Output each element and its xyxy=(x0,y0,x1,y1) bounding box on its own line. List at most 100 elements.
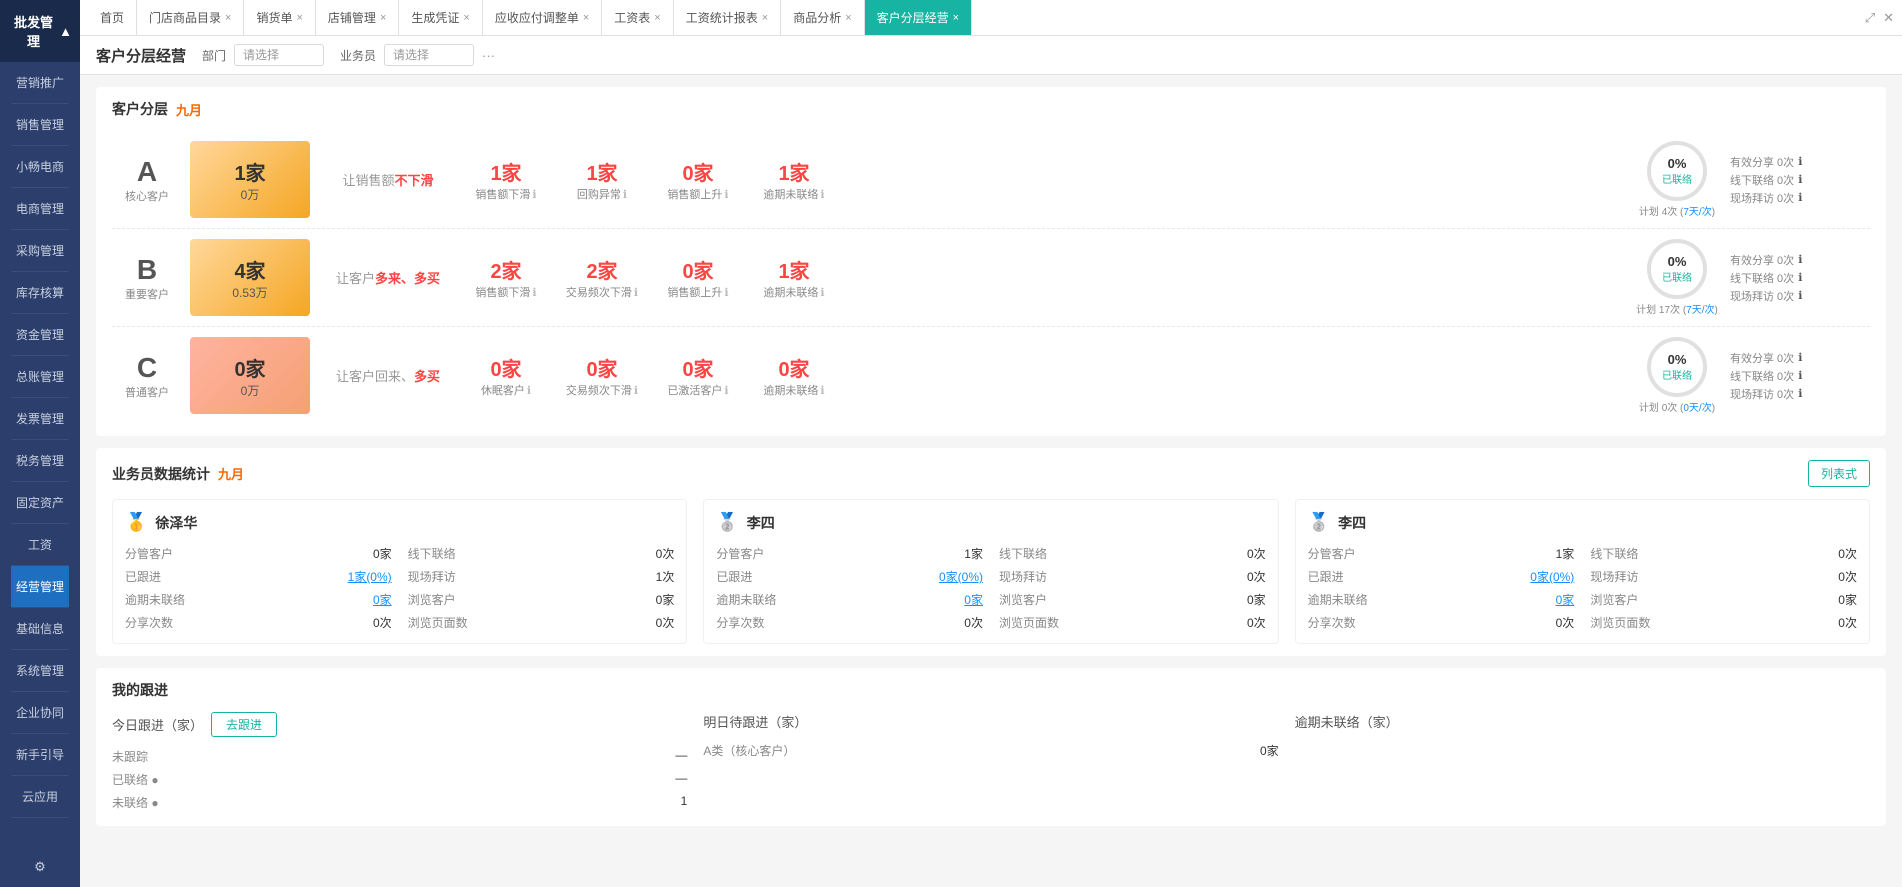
tab-label: 门店商品目录 xyxy=(149,9,221,26)
info-icon[interactable]: ℹ xyxy=(724,188,728,201)
info-icon[interactable]: ℹ xyxy=(820,286,824,299)
tab-close-icon[interactable]: × xyxy=(463,12,469,24)
info-icon[interactable]: ℹ xyxy=(1798,387,1802,400)
list-view-button[interactable]: 列表式 xyxy=(1808,460,1870,487)
tier-right-info-c: 有效分享 0次 ℹ线下联络 0次 ℹ现场拜访 0次 ℹ xyxy=(1730,337,1870,414)
info-icon[interactable]: ℹ xyxy=(634,286,638,299)
staff-stats-grid: 分管客户 1家 线下联络 0次 已跟进 0家(0%) 现场拜访 0次 逾期未联络… xyxy=(1308,545,1857,631)
info-icon[interactable]: ℹ xyxy=(1798,369,1802,382)
info-icon[interactable]: ℹ xyxy=(1798,191,1802,204)
sidebar-item-销售管理[interactable]: 销售管理 xyxy=(11,104,69,146)
tier-total-b[interactable]: 4家 0.53万 xyxy=(190,239,310,316)
tab-商品分析[interactable]: 商品分析× xyxy=(781,0,864,36)
stat-item[interactable]: 0家 交易频次下滑 ℹ xyxy=(562,353,642,398)
stat-item[interactable]: 0家 休眠客户 ℹ xyxy=(466,353,546,398)
tab-close-icon[interactable]: × xyxy=(583,12,589,24)
info-icon[interactable]: ℹ xyxy=(1798,271,1802,284)
tier-total-c[interactable]: 0家 0万 xyxy=(190,337,310,414)
tab-close-icon[interactable]: × xyxy=(225,12,231,24)
staff-stat: 已跟进 0家(0%) xyxy=(1308,568,1575,585)
tab-restore-icon[interactable]: ⤢ xyxy=(1865,10,1875,26)
more-icon[interactable]: ··· xyxy=(482,48,495,63)
sidebar-item-资金管理[interactable]: 资金管理 xyxy=(11,314,69,356)
goto-followup-button[interactable]: 去跟进 xyxy=(211,712,277,737)
info-icon[interactable]: ℹ xyxy=(634,384,638,397)
info-icon[interactable]: ℹ xyxy=(527,384,531,397)
sidebar-item-企业协同[interactable]: 企业协同 xyxy=(11,692,69,734)
stat-item[interactable]: 1家 逾期未联络 ℹ xyxy=(754,157,834,202)
sidebar-collapse-icon[interactable]: ▲ xyxy=(59,24,72,39)
tier-circle-c: 0% 已联络 计划 0次 (0天/次) xyxy=(1632,337,1722,414)
tab-销货单[interactable]: 销货单× xyxy=(244,0,315,36)
tab-close-icon[interactable]: × xyxy=(654,12,660,24)
sidebar-item-营销推广[interactable]: 营销推广 xyxy=(11,62,69,104)
staff-stat: 已跟进 0家(0%) xyxy=(716,568,983,585)
sidebar-item-电商管理[interactable]: 电商管理 xyxy=(11,188,69,230)
tab-close-icon[interactable]: × xyxy=(296,12,302,24)
tab-close-icon[interactable]: × xyxy=(845,12,851,24)
sidebar-item-总账管理[interactable]: 总账管理 xyxy=(11,356,69,398)
info-icon[interactable]: ℹ xyxy=(532,188,536,201)
tab-工资统计报表[interactable]: 工资统计报表× xyxy=(674,0,781,36)
sidebar-item-新手引导[interactable]: 新手引导 xyxy=(11,734,69,776)
dept-select[interactable]: 请选择 xyxy=(234,44,324,66)
staff-stat: 分管客户 1家 xyxy=(716,545,983,562)
tab-应收应付调整单[interactable]: 应收应付调整单× xyxy=(483,0,602,36)
stat-item[interactable]: 0家 销售额上升 ℹ xyxy=(658,157,738,202)
tier-circle-b: 0% 已联络 计划 17次 (7天/次) xyxy=(1632,239,1722,316)
info-icon[interactable]: ℹ xyxy=(724,384,728,397)
staff-select[interactable]: 请选择 xyxy=(384,44,474,66)
sidebar-item-云应用[interactable]: 云应用 xyxy=(11,776,69,818)
tier-slogan-a: 让销售额不下滑 xyxy=(318,141,458,218)
dept-label: 部门 xyxy=(202,47,226,64)
tab-close-icon[interactable]: × xyxy=(953,12,959,24)
sidebar-item-系统管理[interactable]: 系统管理 xyxy=(11,650,69,692)
stat-item[interactable]: 2家 交易频次下滑 ℹ xyxy=(562,255,642,300)
staff-grid: 🥇 徐泽华 分管客户 0家 线下联络 0次 已跟进 1家(0%) 现场拜访 1次… xyxy=(112,499,1870,644)
sidebar-item-固定资产[interactable]: 固定资产 xyxy=(11,482,69,524)
stat-item[interactable]: 2家 销售额下滑 ℹ xyxy=(466,255,546,300)
tier-label-b: B 重要客户 xyxy=(112,239,182,316)
sidebar-item-基础信息[interactable]: 基础信息 xyxy=(11,608,69,650)
stat-item[interactable]: 0家 逾期未联络 ℹ xyxy=(754,353,834,398)
info-icon[interactable]: ℹ xyxy=(1798,155,1802,168)
sidebar-item-发票管理[interactable]: 发票管理 xyxy=(11,398,69,440)
info-icon[interactable]: ℹ xyxy=(820,188,824,201)
tab-工资表[interactable]: 工资表× xyxy=(602,0,673,36)
stat-item[interactable]: 0家 销售额上升 ℹ xyxy=(658,255,738,300)
info-icon[interactable]: ℹ xyxy=(623,188,627,201)
tab-生成凭证[interactable]: 生成凭证× xyxy=(399,0,482,36)
sidebar-item-经营管理[interactable]: 经营管理 xyxy=(11,566,69,608)
info-icon[interactable]: ℹ xyxy=(532,286,536,299)
info-icon[interactable]: ℹ xyxy=(820,384,824,397)
tier-total-a[interactable]: 1家 0万 xyxy=(190,141,310,218)
stat-item[interactable]: 1家 回购异常 ℹ xyxy=(562,157,642,202)
staff-label: 业务员 xyxy=(340,47,376,64)
dept-filter: 部门 请选择 xyxy=(202,44,324,66)
info-icon[interactable]: ℹ xyxy=(1798,351,1802,364)
staff-stat: 线下联络 0次 xyxy=(408,545,675,562)
stat-item[interactable]: 1家 销售额下滑 ℹ xyxy=(466,157,546,202)
tab-close-icon[interactable]: × xyxy=(762,12,768,24)
info-icon[interactable]: ℹ xyxy=(1798,173,1802,186)
info-icon[interactable]: ℹ xyxy=(1798,289,1802,302)
stat-item[interactable]: 0家 已激活客户 ℹ xyxy=(658,353,738,398)
tab-店铺管理[interactable]: 店铺管理× xyxy=(316,0,399,36)
sidebar-item-库存核算[interactable]: 库存核算 xyxy=(11,272,69,314)
sidebar-header[interactable]: 批发管理 ▲ xyxy=(0,0,80,62)
tier-circle-a: 0% 已联络 计划 4次 (7天/次) xyxy=(1632,141,1722,218)
tab-首页[interactable]: 首页 xyxy=(88,0,137,36)
sidebar-item-采购管理[interactable]: 采购管理 xyxy=(11,230,69,272)
staff-stat: 现场拜访 1次 xyxy=(408,568,675,585)
info-icon[interactable]: ℹ xyxy=(1798,253,1802,266)
sidebar-settings[interactable]: ⚙ xyxy=(0,847,80,887)
sidebar-item-小畅电商[interactable]: 小畅电商 xyxy=(11,146,69,188)
sidebar-item-工资[interactable]: 工资 xyxy=(11,524,69,566)
tab-close-all-icon[interactable]: ✕ xyxy=(1883,10,1894,26)
tab-close-icon[interactable]: × xyxy=(380,12,386,24)
stat-item[interactable]: 1家 逾期未联络 ℹ xyxy=(754,255,834,300)
sidebar-item-税务管理[interactable]: 税务管理 xyxy=(11,440,69,482)
tab-门店商品目录[interactable]: 门店商品目录 × xyxy=(137,0,244,36)
tab-客户分层经营[interactable]: 客户分层经营× xyxy=(865,0,972,36)
info-icon[interactable]: ℹ xyxy=(724,286,728,299)
